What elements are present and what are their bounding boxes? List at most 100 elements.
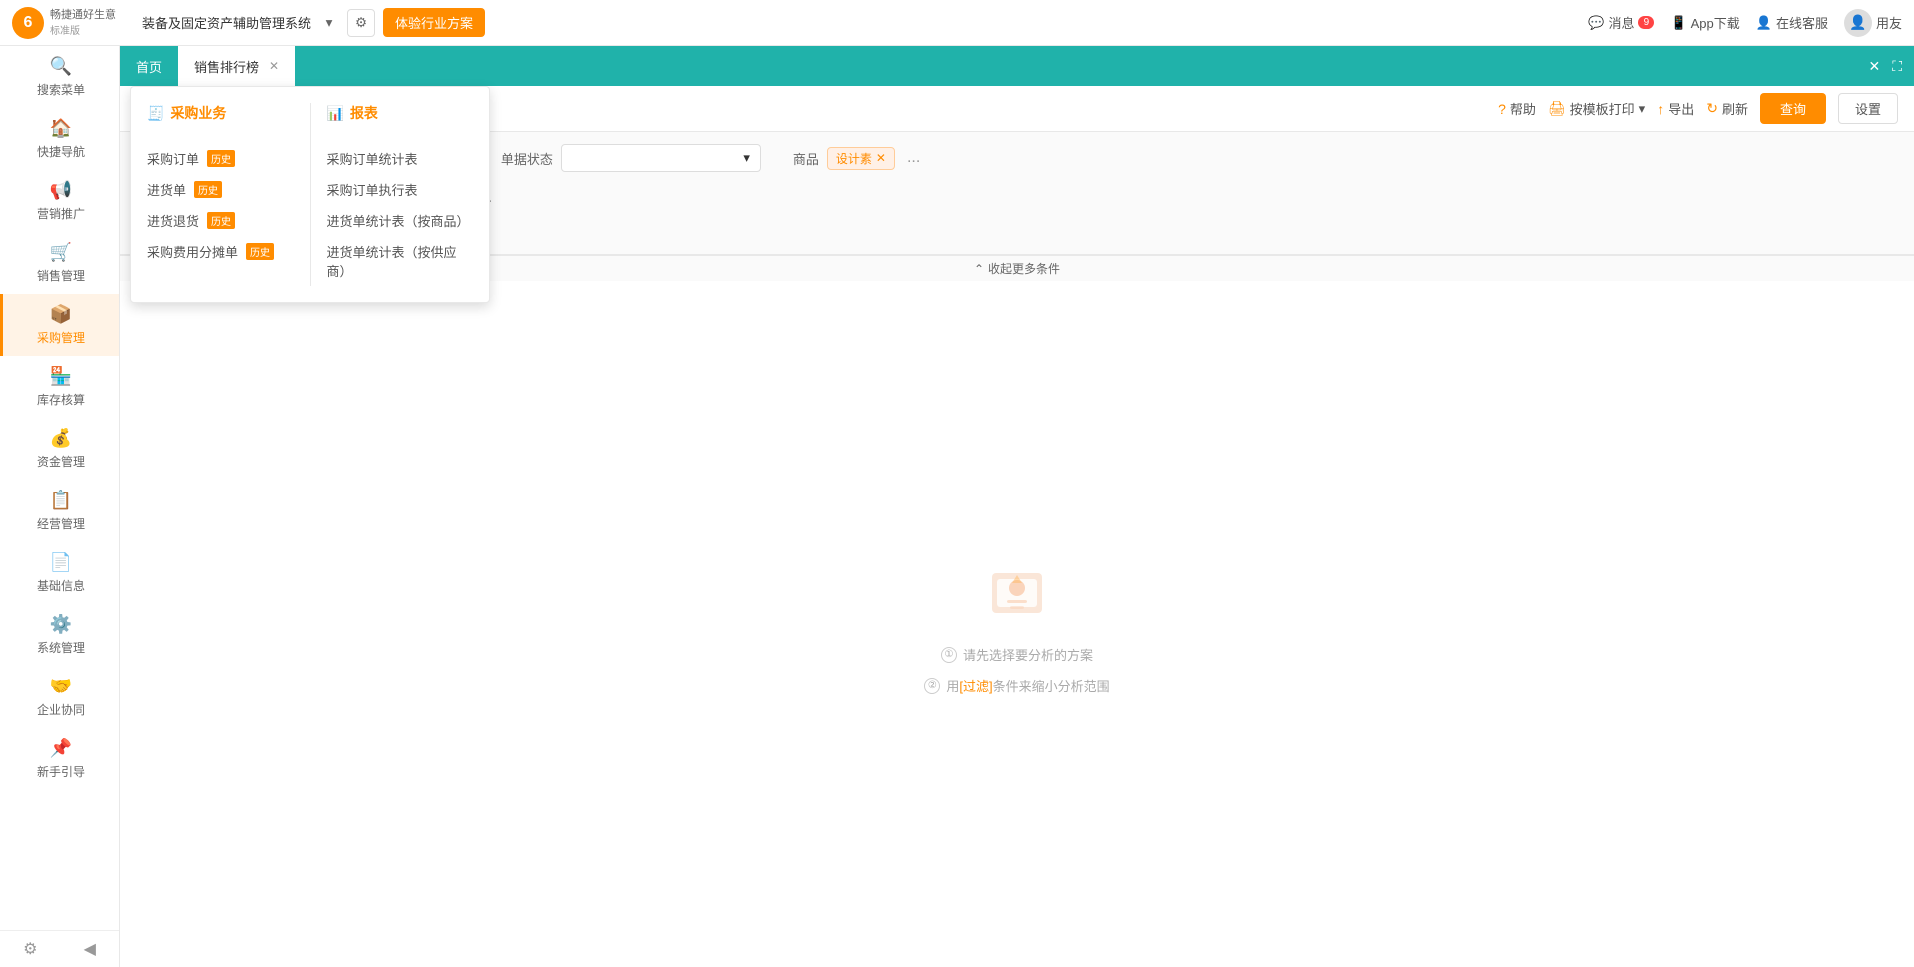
settings-btn[interactable]: 设置 xyxy=(1838,93,1898,124)
print-icon: 🖨 xyxy=(1548,100,1566,117)
service-icon: 👤 xyxy=(1756,15,1772,31)
doc-status-select[interactable]: ▾ xyxy=(561,144,761,172)
sidebar-item-inventory[interactable]: 🏪 库存核算 xyxy=(0,356,119,418)
print-btn[interactable]: 🖨 按模板打印 ▾ xyxy=(1548,99,1645,118)
sidebar-label-enterprise: 企业协同 xyxy=(37,701,85,718)
help-icon: ? xyxy=(1498,101,1506,117)
chevron-down-icon: ▾ xyxy=(743,150,750,166)
system-dropdown-btn[interactable]: ▾ xyxy=(319,13,339,33)
purchase-order-history-badge: 历史 xyxy=(207,150,235,167)
sidebar-settings-btn[interactable]: ⚙ xyxy=(23,939,37,959)
sidebar-item-operations[interactable]: 📋 经营管理 xyxy=(0,480,119,542)
empty-area: ① 请先选择要分析的方案 ② 用[过滤]条件来缩小分析范围 xyxy=(120,281,1914,967)
goods-tag[interactable]: 设计素 ✕ xyxy=(827,147,895,170)
menu-item-purchase-order[interactable]: 采购订单 历史 xyxy=(147,143,294,174)
menu-item-goods-return[interactable]: 进货退货 历史 xyxy=(147,205,294,236)
goods-tag-close[interactable]: ✕ xyxy=(876,151,886,165)
refresh-label: 刷新 xyxy=(1722,99,1748,118)
sidebar-item-quick-nav[interactable]: 🏠 快捷导航 xyxy=(0,108,119,170)
menu-item-goods-receipt[interactable]: 进货单 历史 xyxy=(147,174,294,205)
step-1-num: ① xyxy=(941,647,957,663)
gear-icon: ⚙️ xyxy=(50,614,72,635)
empty-step-2: ② 用[过滤]条件来缩小分析范围 xyxy=(924,676,1109,695)
header-right: 💬 消息 9 📱 App下载 👤 在线客服 👤 用友 xyxy=(1588,9,1902,37)
help-btn[interactable]: ? 帮助 xyxy=(1498,99,1536,118)
sidebar-label-system: 系统管理 xyxy=(37,639,85,656)
sidebar-item-guide[interactable]: 📌 新手引导 xyxy=(0,728,119,790)
menu-divider xyxy=(310,103,311,286)
sidebar-collapse-btn[interactable]: ◀ xyxy=(84,939,96,959)
tab-maximize-btn[interactable]: ⛶ xyxy=(1888,54,1906,79)
message-icon: 💬 xyxy=(1588,15,1604,31)
customer-service-btn[interactable]: 👤 在线客服 xyxy=(1756,13,1828,32)
industry-btn[interactable]: 体验行业方案 xyxy=(383,8,485,37)
tab-bar: 首页 销售排行榜 ✕ ✕ ⛶ xyxy=(120,46,1914,86)
message-label: 消息 xyxy=(1608,13,1634,32)
query-btn[interactable]: 查询 xyxy=(1760,93,1826,124)
menu-item-goods-stats-by-supplier[interactable]: 进货单统计表（按供应商） xyxy=(327,236,474,286)
goods-ellipsis-btn[interactable]: ... xyxy=(903,149,924,167)
sidebar-item-purchase[interactable]: 📦 采购管理 xyxy=(0,294,119,356)
tab-sales-ranking[interactable]: 销售排行榜 ✕ xyxy=(178,46,295,86)
sidebar-label-marketing: 营销推广 xyxy=(37,205,85,222)
search-icon: 🔍 xyxy=(50,56,72,77)
message-btn[interactable]: 💬 消息 9 xyxy=(1588,13,1654,32)
step-2-num: ② xyxy=(924,678,940,694)
company-name: 畅捷通好生意 xyxy=(50,8,116,22)
menu-item-purchase-cost[interactable]: 采购费用分摊单 历史 xyxy=(147,236,294,267)
menu-item-purchase-order-stats[interactable]: 采购订单统计表 xyxy=(327,143,474,174)
app-download-btn[interactable]: 📱 App下载 xyxy=(1670,13,1739,32)
sidebar-item-marketing[interactable]: 📢 营销推广 xyxy=(0,170,119,232)
menu-item-label-goods-receipt: 进货单 xyxy=(147,180,186,199)
avatar: 👤 xyxy=(1844,9,1872,37)
empty-illustration xyxy=(977,553,1057,633)
sidebar-label-purchase: 采购管理 xyxy=(37,329,85,346)
tab-close-btn[interactable]: ✕ xyxy=(269,59,279,73)
dropdown-menu: 🧾 采购业务 采购订单 历史 进货单 历史 进货退货 历史 采购费用分摊单 历史… xyxy=(130,86,490,303)
empty-hint-2: 用[过滤]条件来缩小分析范围 xyxy=(946,676,1109,695)
purchase-section: 🧾 采购业务 采购订单 历史 进货单 历史 进货退货 历史 采购费用分摊单 历史 xyxy=(147,103,294,286)
export-icon: ↑ xyxy=(1657,101,1664,117)
tab-close-all-btn[interactable]: ✕ xyxy=(1864,54,1884,79)
empty-step-1: ① 请先选择要分析的方案 xyxy=(941,645,1093,664)
goods-tag-value: 设计素 xyxy=(836,150,872,167)
menu-item-goods-stats-by-product[interactable]: 进货单统计表（按商品） xyxy=(327,205,474,236)
user-btn[interactable]: 👤 用友 xyxy=(1844,9,1902,37)
report-section-icon: 📊 xyxy=(327,105,344,122)
menu-item-label-goods-return: 进货退货 xyxy=(147,211,199,230)
edition-label: 标准版 xyxy=(50,22,116,37)
goods-label: 商品 xyxy=(793,149,819,168)
menu-item-label-purchase-order: 采购订单 xyxy=(147,149,199,168)
top-header: 6 畅捷通好生意 标准版 装备及固定资产辅助管理系统 ▾ ⚙ 体验行业方案 💬 … xyxy=(0,0,1914,46)
username-label: 用友 xyxy=(1876,13,1902,32)
sidebar: 🔍 搜索菜单 🏠 快捷导航 📢 营销推广 🛒 销售管理 📦 采购管理 🏪 库存核… xyxy=(0,46,120,967)
sidebar-item-enterprise[interactable]: 🤝 企业协同 xyxy=(0,666,119,728)
tab-sales-ranking-label: 销售排行榜 xyxy=(194,57,259,76)
print-dropdown-icon: ▾ xyxy=(1639,101,1646,117)
export-btn[interactable]: ↑ 导出 xyxy=(1657,99,1694,118)
purchase-title-label: 采购业务 xyxy=(170,103,226,123)
sidebar-label-inventory: 库存核算 xyxy=(37,391,85,408)
refresh-btn[interactable]: ↻ 刷新 xyxy=(1706,99,1748,118)
header-gear-btn[interactable]: ⚙ xyxy=(347,9,375,37)
cart-icon: 🛒 xyxy=(50,242,72,263)
store-icon: 🏪 xyxy=(50,366,72,387)
sidebar-item-finance[interactable]: 💰 资金管理 xyxy=(0,418,119,480)
report-section-title: 📊 报表 xyxy=(327,103,474,131)
tab-home[interactable]: 首页 xyxy=(120,46,178,86)
sidebar-label-quick-nav: 快捷导航 xyxy=(37,143,85,160)
doc-status-filter: 单据状态 ▾ xyxy=(501,144,761,172)
sidebar-item-sales[interactable]: 🛒 销售管理 xyxy=(0,232,119,294)
menu-item-purchase-order-exec[interactable]: 采购订单执行表 xyxy=(327,174,474,205)
sidebar-item-system[interactable]: ⚙️ 系统管理 xyxy=(0,604,119,666)
purchase-cost-history-badge: 历史 xyxy=(246,243,274,260)
purchase-section-title: 🧾 采购业务 xyxy=(147,103,294,131)
phone-icon: 📱 xyxy=(1670,15,1686,31)
sidebar-label-basic-info: 基础信息 xyxy=(37,577,85,594)
sidebar-item-basic-info[interactable]: 📄 基础信息 xyxy=(0,542,119,604)
goods-receipt-history-badge: 历史 xyxy=(194,181,222,198)
guide-icon: 📌 xyxy=(50,738,72,759)
app-download-label: App下载 xyxy=(1691,13,1740,32)
service-label: 在线客服 xyxy=(1776,13,1828,32)
sidebar-item-search[interactable]: 🔍 搜索菜单 xyxy=(0,46,119,108)
